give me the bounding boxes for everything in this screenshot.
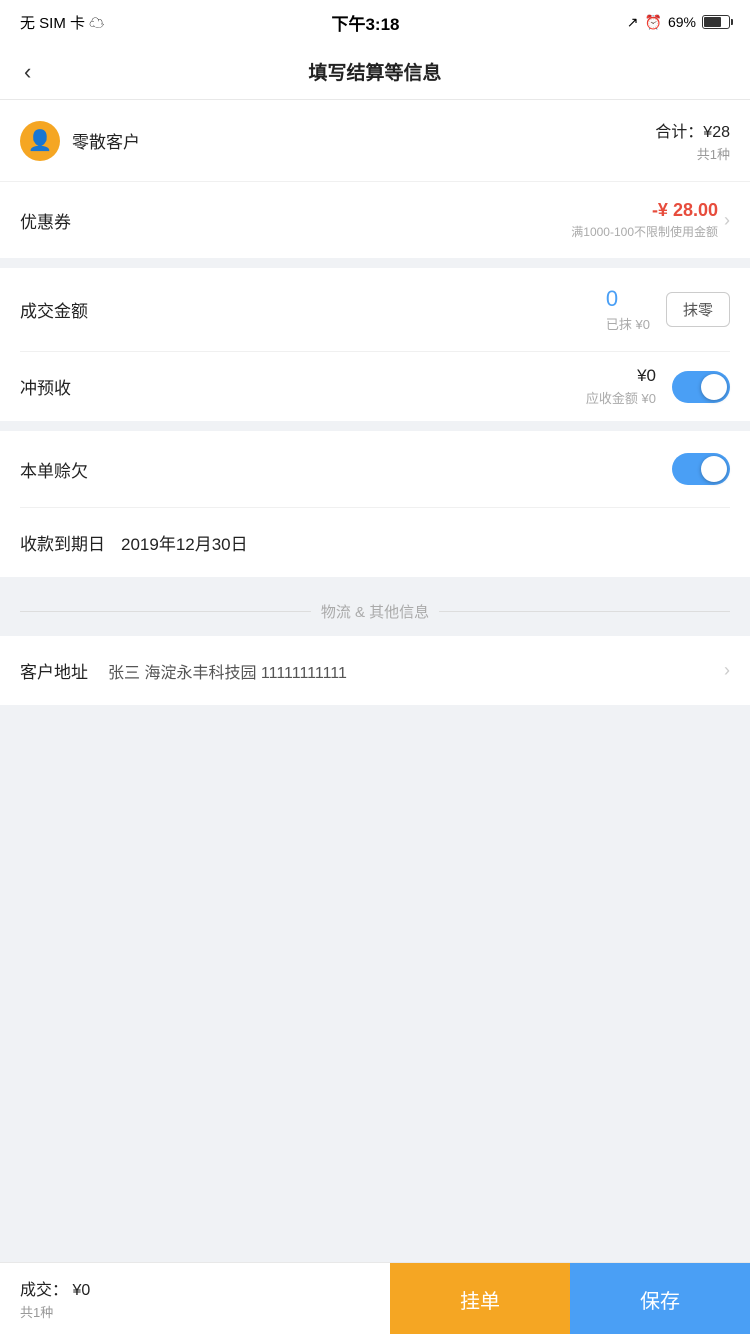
prepayment-row: 冲预收 ¥0 应收金额 ¥0 xyxy=(20,352,730,421)
prepayment-right: ¥0 应收金额 ¥0 xyxy=(586,366,730,407)
customer-name: 零散客户 xyxy=(72,128,140,153)
customer-section: 👤 零散客户 合计：¥28 共1种 优惠券 -¥ 28.00 满1000-100… xyxy=(0,100,750,258)
round-zero-button[interactable]: 抹零 xyxy=(666,292,730,327)
empty-space xyxy=(0,705,750,905)
back-button[interactable]: ‹ xyxy=(16,51,39,93)
address-chevron-icon: › xyxy=(724,660,730,681)
debt-toggle[interactable] xyxy=(672,453,730,485)
battery-icon xyxy=(702,15,730,29)
status-time: 下午3:18 xyxy=(331,10,399,35)
debt-row: 本单赊欠 xyxy=(20,431,730,508)
avatar: 👤 xyxy=(20,121,60,161)
coupon-desc: 满1000-100不限制使用金额 xyxy=(571,223,718,240)
prepayment-amounts: ¥0 应收金额 ¥0 xyxy=(586,366,656,407)
battery-fill xyxy=(704,17,721,27)
bottom-deal-row: 成交： ¥0 xyxy=(20,1276,370,1300)
total-amount: 合计：¥28 xyxy=(655,118,730,142)
prepayment-value: ¥0 xyxy=(586,366,656,386)
page-title: 填写结算等信息 xyxy=(308,58,441,85)
deal-amount-label: 成交金额 xyxy=(20,297,88,322)
debt-label: 本单赊欠 xyxy=(20,457,88,482)
status-left: 无 SIM 卡 ☁ xyxy=(20,12,104,33)
hold-order-button[interactable]: 挂单 xyxy=(390,1263,570,1334)
coupon-label: 优惠券 xyxy=(20,208,71,233)
bottom-deal-value: ¥0 xyxy=(72,1282,90,1299)
coupon-discount: -¥ 28.00 xyxy=(571,200,718,221)
deal-section: 成交金额 0 已抹 ¥0 抹零 冲预收 ¥0 应收金额 ¥0 xyxy=(0,268,750,421)
customer-right: 合计：¥28 共1种 xyxy=(655,118,730,163)
prepayment-label: 冲预收 xyxy=(20,374,71,399)
due-date-row: 收款到期日 2019年12月30日 xyxy=(20,508,730,577)
address-section: 客户地址 张三 海淀永丰科技园 11111111111 › xyxy=(0,636,750,705)
logistics-label: 物流 & 其他信息 xyxy=(321,601,429,622)
address-row[interactable]: 客户地址 张三 海淀永丰科技园 11111111111 › xyxy=(20,636,730,705)
logistics-section: 物流 & 其他信息 xyxy=(0,587,750,636)
due-date-label: 收款到期日 xyxy=(20,530,105,555)
coupon-info: -¥ 28.00 满1000-100不限制使用金额 xyxy=(571,200,718,240)
bottom-count: 共1种 xyxy=(20,1302,370,1321)
bottom-info: 成交： ¥0 共1种 xyxy=(0,1263,390,1334)
total-count: 共1种 xyxy=(655,144,730,163)
chevron-right-icon: › xyxy=(724,210,730,231)
divider-line-right xyxy=(439,611,730,612)
coupon-right: -¥ 28.00 满1000-100不限制使用金额 › xyxy=(571,200,730,240)
logistics-divider: 物流 & 其他信息 xyxy=(0,587,750,636)
avatar-icon: 👤 xyxy=(28,128,53,153)
toggle-knob xyxy=(701,374,727,400)
customer-left: 👤 零散客户 xyxy=(20,121,140,161)
nav-bar: ‹ 填写结算等信息 xyxy=(0,44,750,100)
status-right: ↗ ⏰ 69% xyxy=(627,14,730,31)
address-value: 张三 海淀永丰科技园 11111111111 xyxy=(108,659,724,683)
coupon-row[interactable]: 优惠券 -¥ 28.00 满1000-100不限制使用金额 › xyxy=(0,181,750,258)
status-bar: 无 SIM 卡 ☁ 下午3:18 ↗ ⏰ 69% xyxy=(0,0,750,44)
no-sim-text: 无 SIM 卡 ☁ xyxy=(20,12,104,33)
debt-section: 本单赊欠 收款到期日 2019年12月30日 xyxy=(0,431,750,577)
divider-line-left xyxy=(20,611,311,612)
bottom-deal-label: 成交： xyxy=(20,1282,68,1299)
address-label: 客户地址 xyxy=(20,658,88,683)
debt-toggle-knob xyxy=(701,456,727,482)
bottom-bar: 成交： ¥0 共1种 挂单 保存 xyxy=(0,1262,750,1334)
prepayment-toggle[interactable] xyxy=(672,371,730,403)
due-date-value: 2019年12月30日 xyxy=(121,530,248,555)
deal-amount-sub: 已抹 ¥0 xyxy=(606,314,650,333)
save-button[interactable]: 保存 xyxy=(570,1263,750,1334)
customer-row: 👤 零散客户 合计：¥28 共1种 xyxy=(0,100,750,181)
prepayment-sub: 应收金额 ¥0 xyxy=(586,388,656,407)
deal-amount-value: 0 xyxy=(606,286,650,312)
deal-amount-row: 成交金额 0 已抹 ¥0 抹零 xyxy=(20,268,730,352)
deal-amount-right: 0 已抹 ¥0 抹零 xyxy=(606,286,730,333)
battery-text: 69% xyxy=(668,14,696,30)
location-icon: ↗ xyxy=(627,14,639,31)
alarm-icon: ⏰ xyxy=(645,14,662,31)
